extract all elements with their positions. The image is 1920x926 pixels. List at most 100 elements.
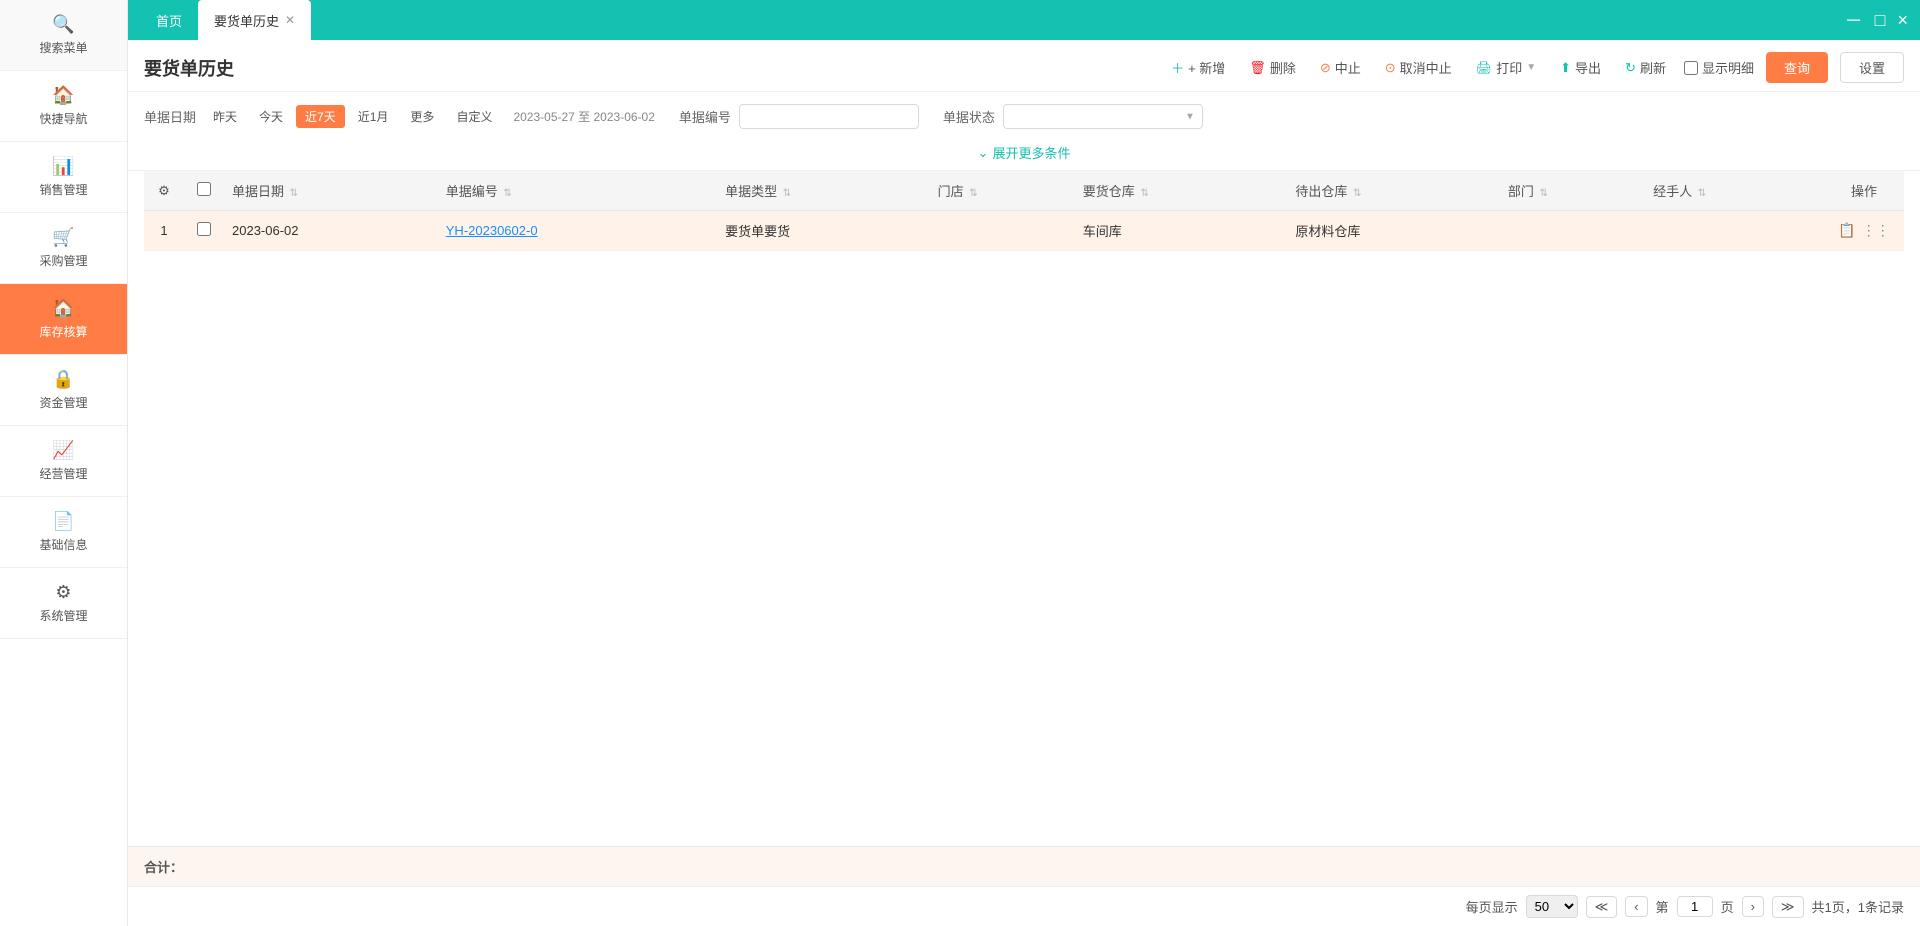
date-btn-7days[interactable]: 近7天 <box>296 105 345 128</box>
ops-mgmt-icon: 📈 <box>52 440 74 461</box>
sidebar: 🔍 搜索菜单 🏠 快捷导航 📊 销售管理 🛒 采购管理 🏠 库存核算 🔒 资金管… <box>0 0 128 926</box>
total-info: 共1页，1条记录 <box>1812 897 1904 916</box>
content-area: 要货单历史 ＋ + 新增 🗑 删除 ⊘ 中止 ⊙ 取消中止 <box>128 40 1920 926</box>
sidebar-item-sales-mgmt[interactable]: 📊 销售管理 <box>0 142 127 213</box>
stop-icon: ⊘ <box>1320 60 1331 76</box>
edit-action-icon[interactable]: 📋 <box>1838 222 1855 239</box>
sidebar-item-ops-mgmt[interactable]: 📈 经营管理 <box>0 426 127 497</box>
finance-mgmt-icon: 🔒 <box>52 369 74 390</box>
topbar: 首页 要货单历史 ✕ － □ × <box>128 0 1920 40</box>
doc-no-link[interactable]: YH-20230602-0 <box>446 223 538 238</box>
filter-area: 单据日期 昨天 今天 近7天 近1月 更多 自定义 2023-05-27 至 2… <box>128 92 1920 171</box>
status-filter-select[interactable] <box>1003 104 1203 129</box>
row-store <box>930 211 1075 251</box>
sort-doc-no-icon[interactable]: ⇅ <box>503 188 511 199</box>
docno-filter-label: 单据编号 <box>679 107 731 126</box>
sidebar-item-label: 经营管理 <box>39 465 87 482</box>
export-button[interactable]: ⬆ 导出 <box>1554 54 1607 81</box>
print-button[interactable]: 🖨 打印 ▼ <box>1470 54 1542 81</box>
sales-mgmt-icon: 📊 <box>52 156 74 177</box>
new-button[interactable]: ＋ + 新增 <box>1165 54 1231 81</box>
setting-button[interactable]: 设置 <box>1840 52 1904 83</box>
sort-dept-icon[interactable]: ⇅ <box>1540 188 1548 199</box>
cancel-stop-label: 取消中止 <box>1400 58 1452 77</box>
sidebar-item-label: 基础信息 <box>39 536 87 553</box>
print-icon: 🖨 <box>1476 60 1493 76</box>
sidebar-item-label: 采购管理 <box>39 252 87 269</box>
sidebar-item-finance-mgmt[interactable]: 🔒 资金管理 <box>0 355 127 426</box>
new-label: + 新增 <box>1188 58 1225 77</box>
row-doc-no: YH-20230602-0 <box>438 211 717 251</box>
refresh-button[interactable]: ↻ 刷新 <box>1619 54 1672 81</box>
sort-doc-date-icon[interactable]: ⇅ <box>290 188 298 199</box>
action-icons-group: 📋 ⋮⋮ <box>1832 222 1896 239</box>
sys-mgmt-icon: ⚙ <box>55 582 71 603</box>
inventory-calc-icon: 🏠 <box>52 298 74 319</box>
delete-label: 删除 <box>1270 58 1296 77</box>
quick-nav-icon: 🏠 <box>52 85 74 106</box>
col-store: 门店 ⇅ <box>930 171 1075 211</box>
sidebar-item-quick-nav[interactable]: 🏠 快捷导航 <box>0 71 127 142</box>
first-page-button[interactable]: ≪ <box>1586 896 1618 918</box>
prev-page-button[interactable]: ‹ <box>1625 896 1647 917</box>
stop-button[interactable]: ⊘ 中止 <box>1314 54 1367 81</box>
export-icon: ⬆ <box>1560 60 1571 76</box>
col-dept: 部门 ⇅ <box>1500 171 1645 211</box>
docno-filter-input[interactable] <box>739 104 919 129</box>
date-filter-buttons: 昨天 今天 近7天 近1月 更多 自定义 <box>204 105 501 128</box>
sort-req-warehouse-icon[interactable]: ⇅ <box>1140 188 1148 199</box>
sort-pending-warehouse-icon[interactable]: ⇅ <box>1353 188 1361 199</box>
row-checkbox[interactable] <box>197 222 211 236</box>
maximize-button[interactable]: □ <box>1875 10 1886 31</box>
page-number-input[interactable] <box>1677 896 1713 917</box>
close-button[interactable]: × <box>1897 10 1908 31</box>
next-page-button[interactable]: › <box>1742 896 1764 917</box>
tab-requisition-history[interactable]: 要货单历史 ✕ <box>198 0 311 40</box>
sidebar-item-sys-mgmt[interactable]: ⚙ 系统管理 <box>0 568 127 639</box>
sidebar-item-label: 销售管理 <box>39 181 87 198</box>
status-filter-label: 单据状态 <box>943 107 995 126</box>
sidebar-item-label: 资金管理 <box>39 394 87 411</box>
date-btn-today[interactable]: 今天 <box>250 105 292 128</box>
sidebar-item-label: 搜索菜单 <box>39 39 87 56</box>
more-action-icon[interactable]: ⋮⋮ <box>1862 222 1890 239</box>
main-area: 首页 要货单历史 ✕ － □ × 要货单历史 ＋ + 新增 🗑 删除 <box>128 0 1920 926</box>
col-action: 操作 <box>1824 171 1904 211</box>
cancel-stop-button[interactable]: ⊙ 取消中止 <box>1379 54 1458 81</box>
page-label: 第 <box>1656 897 1669 916</box>
query-button[interactable]: 查询 <box>1766 52 1828 83</box>
col-handler: 经手人 ⇅ <box>1645 171 1824 211</box>
row-dept <box>1500 211 1645 251</box>
sidebar-item-inventory-calc[interactable]: 🏠 库存核算 <box>0 284 127 355</box>
total-label: 合计： <box>144 857 183 876</box>
topbar-right-controls: － □ × <box>1845 7 1908 33</box>
col-doc-type: 单据类型 ⇅ <box>717 171 930 211</box>
show-detail-toggle[interactable]: 显示明细 <box>1684 58 1754 77</box>
delete-button[interactable]: 🗑 删除 <box>1243 54 1302 81</box>
page-size-label: 每页显示 <box>1466 897 1518 916</box>
sort-store-icon[interactable]: ⇅ <box>969 188 977 199</box>
refresh-icon: ↻ <box>1625 60 1636 76</box>
sidebar-item-basic-info[interactable]: 📄 基础信息 <box>0 497 127 568</box>
date-btn-yesterday[interactable]: 昨天 <box>204 105 246 128</box>
col-pending-warehouse: 待出仓库 ⇅ <box>1287 171 1500 211</box>
sidebar-item-purchase-mgmt[interactable]: 🛒 采购管理 <box>0 213 127 284</box>
page-size-select[interactable]: 50 20 100 200 <box>1526 895 1578 918</box>
date-btn-custom[interactable]: 自定义 <box>447 105 501 128</box>
sidebar-item-search-menu[interactable]: 🔍 搜索菜单 <box>0 0 127 71</box>
column-settings-icon[interactable]: ⚙ <box>158 183 170 198</box>
tab-close-icon[interactable]: ✕ <box>285 13 295 27</box>
requisition-table: ⚙ 单据日期 ⇅ 单据编号 ⇅ <box>144 171 1904 251</box>
tab-home[interactable]: 首页 <box>140 0 198 40</box>
sort-handler-icon[interactable]: ⇅ <box>1698 188 1706 199</box>
sort-doc-type-icon[interactable]: ⇅ <box>783 188 791 199</box>
sidebar-item-label: 库存核算 <box>39 323 87 340</box>
minimize-button[interactable]: － <box>1845 7 1863 33</box>
expand-filter-button[interactable]: ⌄ 展开更多条件 <box>978 143 1071 162</box>
last-page-button[interactable]: ≫ <box>1772 896 1804 918</box>
date-btn-1month[interactable]: 近1月 <box>349 105 398 128</box>
select-all-checkbox[interactable] <box>197 182 211 196</box>
col-settings: ⚙ <box>144 171 184 211</box>
date-btn-more[interactable]: 更多 <box>401 105 443 128</box>
show-detail-checkbox[interactable] <box>1684 61 1698 75</box>
